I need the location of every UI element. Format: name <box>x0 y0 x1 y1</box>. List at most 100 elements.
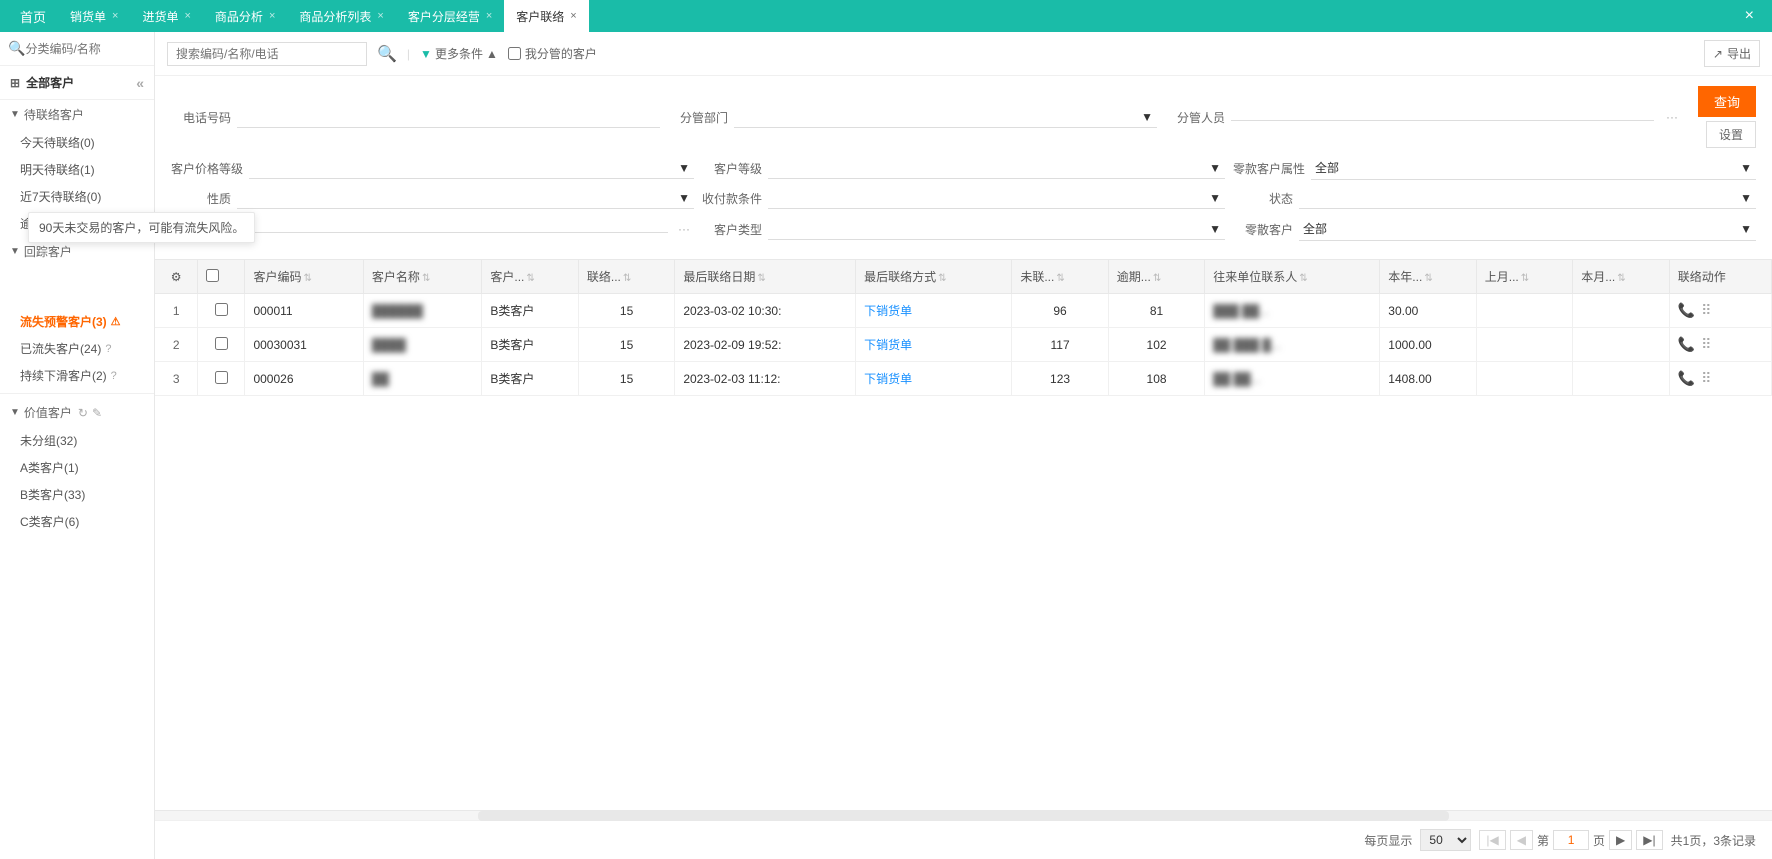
td-method-3[interactable]: 下销货单 <box>856 362 1012 396</box>
td-method-2[interactable]: 下销货单 <box>856 328 1012 362</box>
th-last-contact-method[interactable]: 最后联络方式⇅ <box>856 260 1012 294</box>
settings-button[interactable]: 设置 <box>1706 121 1756 148</box>
sidebar-item-class-a[interactable]: A类客户(1) <box>0 454 154 481</box>
sidebar-item-class-b[interactable]: B类客户(33) <box>0 481 154 508</box>
next-page-button[interactable]: ▶ <box>1609 830 1632 850</box>
td-checkbox-3[interactable] <box>198 362 245 396</box>
filter-search-input[interactable] <box>167 42 367 66</box>
my-customers-checkbox[interactable]: 我分管的客户 <box>508 45 597 62</box>
row-checkbox-3[interactable] <box>215 371 228 384</box>
td-type-3: B类客户 <box>482 362 578 396</box>
nav-tab-customer-tier[interactable]: 客户分层经营 × <box>396 0 504 32</box>
th-this-year[interactable]: 本年...⇅ <box>1380 260 1476 294</box>
filter-nature-select[interactable]: ▼ <box>237 188 694 209</box>
sidebar-search-input[interactable] <box>25 42 155 56</box>
sidebar-section-value[interactable]: ▼ 价值客户 ↻ ✎ <box>0 398 154 427</box>
filter-cust-level-select[interactable]: ▼ <box>768 158 1225 179</box>
collapse-sidebar-icon[interactable]: « <box>136 75 144 91</box>
sidebar: 🔍 ⊞ 全部客户 « ▼ 待联络客户 今天待联络(0) 明天待联络(1) 近7天… <box>0 32 155 859</box>
sort-icon-method: ⇅ <box>938 273 946 284</box>
th-unit-contact[interactable]: 往来单位联系人⇅ <box>1205 260 1380 294</box>
my-customers-check[interactable] <box>508 47 521 60</box>
th-code[interactable]: 客户编码⇅ <box>245 260 363 294</box>
sidebar-section-pending-contact[interactable]: ▼ 待联络客户 <box>0 100 154 129</box>
sidebar-item-class-c[interactable]: C类客户(6) <box>0 508 154 535</box>
contact-method-link-2[interactable]: 下销货单 <box>864 338 912 352</box>
th-this-month[interactable]: 本月...⇅ <box>1573 260 1669 294</box>
contact-method-link-3[interactable]: 下销货单 <box>864 372 912 386</box>
action-more-icon-1[interactable]: ⠿ <box>1701 302 1711 319</box>
page-input[interactable] <box>1553 830 1589 850</box>
refresh-icon[interactable]: ↻ <box>78 406 88 420</box>
th-name[interactable]: 客户名称⇅ <box>363 260 481 294</box>
th-contacts[interactable]: 联络...⇅ <box>578 260 674 294</box>
prev-page-button[interactable]: ◀ <box>1510 830 1533 850</box>
close-sales-tab[interactable]: × <box>112 10 118 22</box>
first-page-button[interactable]: |◀ <box>1479 830 1505 850</box>
row-checkbox-2[interactable] <box>215 337 228 350</box>
nav-tab-sales[interactable]: 销货单 × <box>58 0 130 32</box>
close-customer-tier-tab[interactable]: × <box>486 10 492 22</box>
nav-tab-analysis[interactable]: 商品分析 × <box>203 0 287 32</box>
filter-more-icon-1[interactable]: ··· <box>1662 110 1682 124</box>
horizontal-scrollbar[interactable] <box>155 810 1772 820</box>
row-checkbox-1[interactable] <box>215 303 228 316</box>
nav-tab-analysis-list[interactable]: 商品分析列表 × <box>287 0 395 32</box>
sidebar-all-customers[interactable]: ⊞ 全部客户 « <box>0 66 154 100</box>
sidebar-item-today[interactable]: 今天待联络(0) <box>0 129 154 156</box>
filter-price-tier-select[interactable]: ▼ <box>249 158 694 179</box>
filter-zero-sale-attr-select[interactable]: 全部 ▼ <box>1311 156 1756 180</box>
th-overdue[interactable]: 逾期...⇅ <box>1108 260 1204 294</box>
td-checkbox-2[interactable] <box>198 328 245 362</box>
edit-icon[interactable]: ✎ <box>92 406 102 420</box>
filter-status-select[interactable]: ▼ <box>1299 188 1756 209</box>
page-size-select[interactable]: 50 100 200 <box>1420 829 1471 851</box>
more-conditions-button[interactable]: ▼ 更多条件 ▲ <box>420 45 498 62</box>
close-analysis-tab[interactable]: × <box>269 10 275 22</box>
nav-tab-purchase[interactable]: 进货单 × <box>130 0 202 32</box>
pagination-bar: 每页显示 50 100 200 |◀ ◀ 第 页 ▶ ▶| 共1页，3条记录 <box>155 820 1772 859</box>
export-button[interactable]: ↗ 导出 <box>1704 40 1760 67</box>
sidebar-item-week[interactable]: 近7天待联络(0) <box>0 183 154 210</box>
close-customer-contact-tab[interactable]: × <box>570 10 576 22</box>
close-all-button[interactable]: × <box>1735 7 1764 25</box>
sidebar-item-unclassified[interactable]: 未分组(32) <box>0 427 154 454</box>
filter-dept-select[interactable]: ▼ <box>734 107 1157 128</box>
select-all-checkbox[interactable] <box>206 269 219 282</box>
filter-more-icon-2[interactable]: ··· <box>674 222 694 236</box>
action-contact-icon-1[interactable]: 📞 <box>1678 302 1695 319</box>
sidebar-item-tomorrow[interactable]: 明天待联络(1) <box>0 156 154 183</box>
filter-payment-select[interactable]: ▼ <box>768 188 1225 209</box>
filter-region-select[interactable] <box>249 226 668 233</box>
filter-phone-input[interactable] <box>237 107 660 128</box>
th-last-month[interactable]: 上月...⇅ <box>1476 260 1572 294</box>
td-checkbox-1[interactable] <box>198 294 245 328</box>
sort-icon-unit: ⇅ <box>1299 273 1307 284</box>
query-button[interactable]: 查询 <box>1698 86 1756 117</box>
filter-mgr-select[interactable] <box>1231 114 1654 121</box>
close-analysis-list-tab[interactable]: × <box>377 10 383 22</box>
last-page-button[interactable]: ▶| <box>1636 830 1662 850</box>
filter-nature-label: 性质 <box>171 190 231 207</box>
nav-tab-home[interactable]: 首页 <box>8 0 58 32</box>
scrollbar-track[interactable] <box>478 811 1448 821</box>
th-type[interactable]: 客户...⇅ <box>482 260 578 294</box>
contact-method-link-1[interactable]: 下销货单 <box>864 304 912 318</box>
filter-zero-sale-select[interactable]: 全部 ▼ <box>1299 217 1756 241</box>
th-uncontacted[interactable]: 未联...⇅ <box>1012 260 1108 294</box>
th-checkbox[interactable] <box>198 260 245 294</box>
action-contact-icon-2[interactable]: 📞 <box>1678 336 1695 353</box>
action-more-icon-2[interactable]: ⠿ <box>1701 336 1711 353</box>
th-last-contact-date[interactable]: 最后联络日期⇅ <box>675 260 856 294</box>
action-contact-icon-3[interactable]: 📞 <box>1678 370 1695 387</box>
td-method-1[interactable]: 下销货单 <box>856 294 1012 328</box>
filter-cust-type-select[interactable]: ▼ <box>768 219 1225 240</box>
nav-tab-customer-contact[interactable]: 客户联络 × <box>504 0 588 32</box>
filter-search-button[interactable]: 🔍 <box>377 44 397 64</box>
close-purchase-tab[interactable]: × <box>184 10 190 22</box>
th-settings[interactable]: ⚙ <box>155 260 198 294</box>
sidebar-item-churn-predicted[interactable]: 流失预警客户(3) ⚠ <box>0 308 154 335</box>
sidebar-item-already-churn[interactable]: 已流失客户(24) ? <box>0 335 154 362</box>
sidebar-item-downgrade[interactable]: 持续下滑客户(2) ? <box>0 362 154 389</box>
action-more-icon-3[interactable]: ⠿ <box>1701 370 1711 387</box>
